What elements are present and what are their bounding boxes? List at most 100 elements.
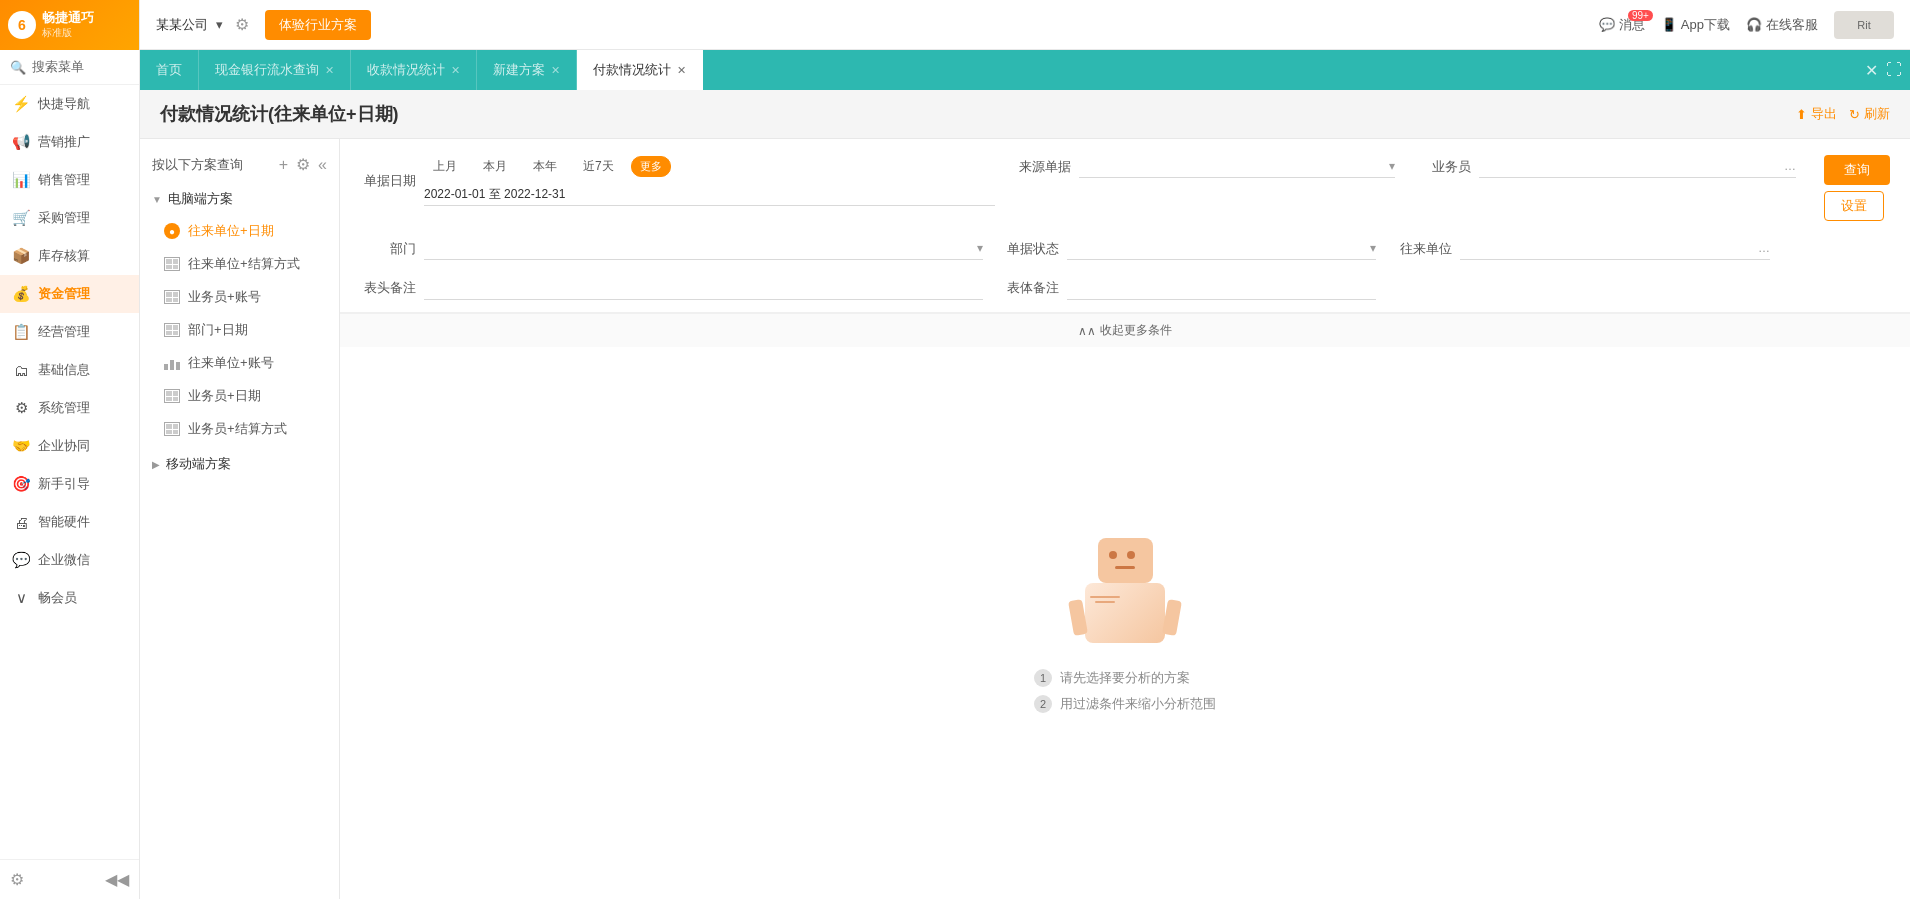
query-btn[interactable]: 查询 xyxy=(1824,155,1890,185)
tab-receipt[interactable]: 收款情况统计 ✕ xyxy=(351,50,477,90)
sidebar-item-collab[interactable]: 🤝 企业协同 xyxy=(0,427,139,465)
sidebar-item-purchase[interactable]: 🛒 采购管理 xyxy=(0,199,139,237)
collapse-bar[interactable]: ∧∧ 收起更多条件 xyxy=(340,313,1910,347)
robot-eye-left xyxy=(1109,551,1117,559)
scheme-item-label: 往来单位+日期 xyxy=(188,222,274,240)
sidebar-item-hardware[interactable]: 🖨 智能硬件 xyxy=(0,503,139,541)
body-note-input[interactable] xyxy=(1067,276,1377,300)
tab-bank-close[interactable]: ✕ xyxy=(325,64,334,77)
scheme-group-pc-header[interactable]: ▼ 电脑端方案 xyxy=(140,184,339,214)
status-select[interactable]: ▾ xyxy=(1067,237,1377,260)
page-title: 付款情况统计(往来单位+日期) xyxy=(160,102,399,126)
logo-sub: 标准版 xyxy=(42,26,94,40)
filter-item-source: 来源单据 ▾ xyxy=(1015,155,1396,178)
scheme-group-mobile-header[interactable]: ▶ 移动端方案 xyxy=(140,449,339,479)
scheme-item-unit-date[interactable]: ● 往来单位+日期 xyxy=(152,215,335,247)
unit-select[interactable]: … xyxy=(1460,237,1770,260)
scheme-item-unit-account[interactable]: 往来单位+账号 xyxy=(152,347,335,379)
date-btn-last-month[interactable]: 上月 xyxy=(424,155,466,178)
export-btn[interactable]: ⬆ 导出 xyxy=(1796,105,1837,123)
company-name: 某某公司 xyxy=(156,16,208,34)
scheme-add-btn[interactable]: + xyxy=(279,156,288,174)
sidebar-item-basic[interactable]: 🗂 基础信息 xyxy=(0,351,139,389)
scheme-settings-btn[interactable]: ⚙ xyxy=(296,155,310,174)
guide-icon: 🎯 xyxy=(12,475,30,493)
status-select-arrow: ▾ xyxy=(1370,241,1376,255)
service-btn[interactable]: 🎧 在线客服 xyxy=(1746,16,1818,34)
source-select[interactable]: ▾ xyxy=(1079,155,1396,178)
sidebar-item-label: 资金管理 xyxy=(38,285,90,303)
tab-new-scheme[interactable]: 新建方案 ✕ xyxy=(477,50,577,90)
message-btn[interactable]: 💬 消息 99+ xyxy=(1599,16,1645,34)
scheme-item-dept-date[interactable]: 部门+日期 xyxy=(152,314,335,346)
tab-payment[interactable]: 付款情况统计 ✕ xyxy=(577,50,703,90)
tab-new-scheme-close[interactable]: ✕ xyxy=(551,64,560,77)
tab-payment-label: 付款情况统计 xyxy=(593,61,671,79)
tab-home[interactable]: 首页 xyxy=(140,50,199,90)
date-btn-more[interactable]: 更多 xyxy=(631,156,671,177)
scheme-collapse-btn[interactable]: « xyxy=(318,156,327,174)
company-dropdown-icon: ▾ xyxy=(216,17,223,32)
message-badge: 99+ xyxy=(1628,10,1653,21)
salesman-select[interactable]: … xyxy=(1479,155,1796,178)
trial-btn[interactable]: 体验行业方案 xyxy=(265,10,371,40)
date-btn-this-month[interactable]: 本月 xyxy=(474,155,516,178)
sidebar-item-marketing[interactable]: 📢 营销推广 xyxy=(0,123,139,161)
tab-new-scheme-label: 新建方案 xyxy=(493,61,545,79)
user-avatar[interactable]: Rit xyxy=(1834,11,1894,39)
sidebar-collapse-btn[interactable]: ◀◀ xyxy=(105,870,129,889)
scheme-table-icon xyxy=(164,323,180,337)
sidebar-item-weixin[interactable]: 💬 企业微信 xyxy=(0,541,139,579)
sidebar-item-guide[interactable]: 🎯 新手引导 xyxy=(0,465,139,503)
phone-icon: 📱 xyxy=(1661,17,1677,32)
tab-close-all-icon[interactable]: ✕ xyxy=(1865,61,1878,80)
tab-expand-icon[interactable]: ⛶ xyxy=(1886,61,1902,79)
tab-bank[interactable]: 现金银行流水查询 ✕ xyxy=(199,50,351,90)
sidebar-settings-btn[interactable]: ⚙ xyxy=(10,870,24,889)
collapse-label: 收起更多条件 xyxy=(1100,322,1172,339)
tab-receipt-close[interactable]: ✕ xyxy=(451,64,460,77)
sidebar-item-operation[interactable]: 📋 经营管理 xyxy=(0,313,139,351)
scheme-group-pc: ▼ 电脑端方案 ● 往来单位+日期 xyxy=(140,184,339,445)
filter-settings-btn[interactable]: 设置 xyxy=(1824,191,1884,221)
sidebar-item-member[interactable]: ∨ 畅会员 xyxy=(0,579,139,617)
export-label: 导出 xyxy=(1811,105,1837,123)
date-btn-this-year[interactable]: 本年 xyxy=(524,155,566,178)
robot-head xyxy=(1098,538,1153,583)
app-label: App下载 xyxy=(1681,16,1730,34)
scheme-item-label: 业务员+账号 xyxy=(188,288,261,306)
tab-payment-close[interactable]: ✕ xyxy=(677,64,686,77)
app-download-btn[interactable]: 📱 App下载 xyxy=(1661,16,1730,34)
scheme-item-label: 业务员+日期 xyxy=(188,387,261,405)
scheme-item-salesman-account[interactable]: 业务员+账号 xyxy=(152,281,335,313)
scheme-item-label: 往来单位+账号 xyxy=(188,354,274,372)
head-note-input[interactable] xyxy=(424,276,983,300)
salesman-more-icon[interactable]: … xyxy=(1784,159,1796,173)
sidebar-item-finance[interactable]: 💰 资金管理 xyxy=(0,275,139,313)
sidebar-item-quick-nav[interactable]: ⚡ 快捷导航 xyxy=(0,85,139,123)
purchase-icon: 🛒 xyxy=(12,209,30,227)
tabs-controls: ✕ ⛶ xyxy=(1857,61,1910,80)
scheme-item-salesman-date[interactable]: 业务员+日期 xyxy=(152,380,335,412)
sidebar-nav: ⚡ 快捷导航 📢 营销推广 📊 销售管理 🛒 采购管理 📦 库存核算 💰 资金管… xyxy=(0,85,139,859)
sidebar-item-sales[interactable]: 📊 销售管理 xyxy=(0,161,139,199)
refresh-btn[interactable]: ↻ 刷新 xyxy=(1849,105,1890,123)
scheme-table-icon xyxy=(164,290,180,304)
sidebar-item-label: 新手引导 xyxy=(38,475,90,493)
filter-area: 单据日期 上月 本月 本年 近7天 更多 2022-01-01 至 2022-1… xyxy=(340,139,1910,899)
sidebar-search[interactable]: 🔍 搜索菜单 xyxy=(0,50,139,85)
dept-select[interactable]: ▾ xyxy=(424,237,983,260)
company-selector[interactable]: 某某公司 ▾ xyxy=(156,16,223,34)
date-btn-7days[interactable]: 近7天 xyxy=(574,155,623,178)
sidebar-item-system[interactable]: ⚙ 系统管理 xyxy=(0,389,139,427)
scheme-item-unit-settle[interactable]: 往来单位+结算方式 xyxy=(152,248,335,280)
sidebar-item-inventory[interactable]: 📦 库存核算 xyxy=(0,237,139,275)
topbar-actions: 💬 消息 99+ 📱 App下载 🎧 在线客服 Rit xyxy=(1599,11,1894,39)
scheme-item-salesman-settle[interactable]: 业务员+结算方式 xyxy=(152,413,335,445)
refresh-icon: ↻ xyxy=(1849,107,1860,122)
weixin-icon: 💬 xyxy=(12,551,30,569)
topbar-settings-icon[interactable]: ⚙ xyxy=(235,15,249,34)
sidebar-footer: ⚙ ◀◀ xyxy=(0,859,139,899)
date-range-display[interactable]: 2022-01-01 至 2022-12-31 xyxy=(424,184,995,206)
unit-more-icon[interactable]: … xyxy=(1758,241,1770,255)
